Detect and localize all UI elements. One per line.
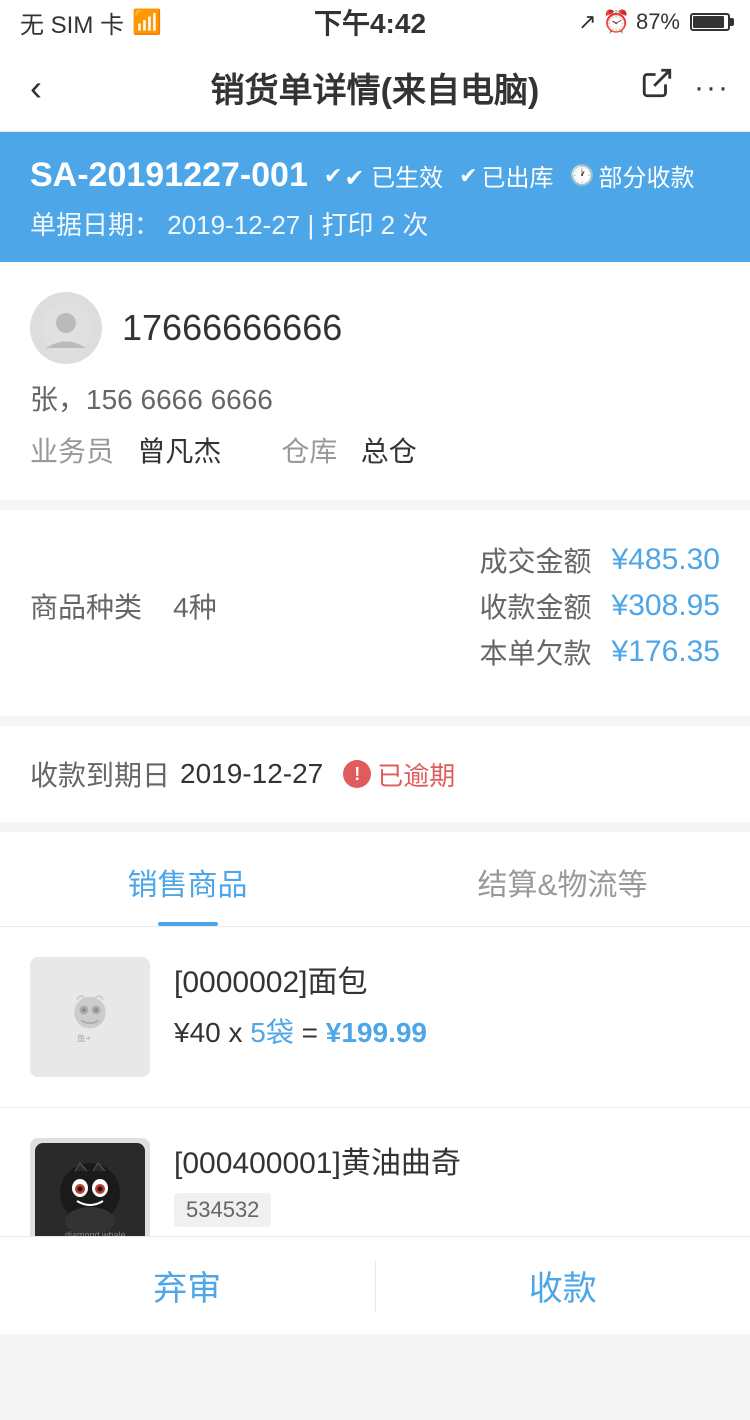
battery-text: 87% [636,9,680,35]
order-id: SA-20191227-001 [30,156,308,195]
customer-contact: 张，156 6666 6666 [30,378,720,418]
product-thumb-1: 鱼+ [30,957,150,1077]
bottom-bar: 弃审 收款 [0,1236,750,1334]
product-info-1: [0000002]面包 ¥40 x 5袋 = ¥199.99 [174,957,720,1051]
product-item: 鱼+ [0000002]面包 ¥40 x 5袋 = ¥199.99 [0,927,750,1108]
share-button[interactable] [640,66,674,109]
product-name-1: [0000002]面包 [174,957,720,1001]
avatar [30,292,102,364]
customer-meta: 业务员 曾凡杰 仓库 总仓 [30,430,720,470]
page-title: 销货单详情(来自电脑) [211,63,540,112]
status-right: ↗ ⏰ 87% [578,9,730,35]
received-label: 收款金额 [480,586,592,626]
types-label: 商品种类 [30,592,142,623]
overdue-text: 已逾期 [377,756,455,793]
battery-icon [690,13,730,31]
status-left: 无 SIM 卡 📶 [20,5,162,40]
tab-products[interactable]: 销售商品 [0,832,375,926]
product-name-2: [000400001]黄油曲奇 [174,1138,720,1182]
confirm-button[interactable]: 收款 [376,1241,750,1330]
status-bar: 无 SIM 卡 📶 下午4:42 ↗ ⏰ 87% [0,0,750,44]
due-value: 2019-12-27 [180,758,323,790]
salesperson-value: 曾凡杰 [137,436,221,467]
badge-partial: 🕐 部分收款 [570,158,695,193]
product-tag-2: 534532 [174,1193,271,1227]
overdue-icon: ! [343,760,371,788]
due-date-card: 收款到期日 2019-12-27 ! 已逾期 [0,726,750,822]
tab-settlement[interactable]: 结算&物流等 [375,832,750,926]
warehouse-label: 仓库 [281,436,337,467]
product-price-1: ¥40 x 5袋 = ¥199.99 [174,1011,720,1051]
location-icon: ↗ [578,9,596,35]
salesperson-label: 业务员 [30,436,114,467]
customer-card: 17666666666 张，156 6666 6666 业务员 曾凡杰 仓库 总… [0,262,750,500]
deal-value: ¥485.30 [612,543,720,577]
summary-card: 商品种类 4种 成交金额 ¥485.30 收款金额 ¥308.95 本单欠款 ¥… [0,510,750,716]
more-button[interactable]: ··· [694,71,730,105]
wifi-icon: 📶 [132,8,162,37]
nav-bar: ‹ 销货单详情(来自电脑) ··· [0,44,750,132]
tabs: 销售商品 结算&物流等 [0,832,750,927]
carrier-text: 无 SIM 卡 [20,5,124,40]
debt-label: 本单欠款 [480,632,592,672]
overdue-badge: ! 已逾期 [343,756,455,793]
debt-value: ¥176.35 [612,635,720,669]
cancel-button[interactable]: 弃审 [0,1241,375,1330]
nav-actions: ··· [640,66,730,109]
badge-effective: ✔ ✔ 已生效 [324,158,443,193]
order-date-info: 单据日期： 2019-12-27 | 打印 2 次 [30,205,720,242]
warehouse-value: 总仓 [361,436,417,467]
header-banner: SA-20191227-001 ✔ ✔ 已生效 ✔ 已出库 🕐 部分收款 单据日… [0,132,750,262]
badge-shipped: ✔ 已出库 [459,158,553,193]
svg-text:鱼+: 鱼+ [77,1033,91,1044]
back-button[interactable]: ‹ [20,57,52,119]
deal-label: 成交金额 [480,540,592,580]
alarm-icon: ⏰ [603,9,630,35]
due-label: 收款到期日 [30,754,170,794]
customer-phone: 17666666666 [122,307,342,349]
status-time: 下午4:42 [314,2,426,42]
types-value: 4种 [173,592,217,623]
received-value: ¥308.95 [612,589,720,623]
